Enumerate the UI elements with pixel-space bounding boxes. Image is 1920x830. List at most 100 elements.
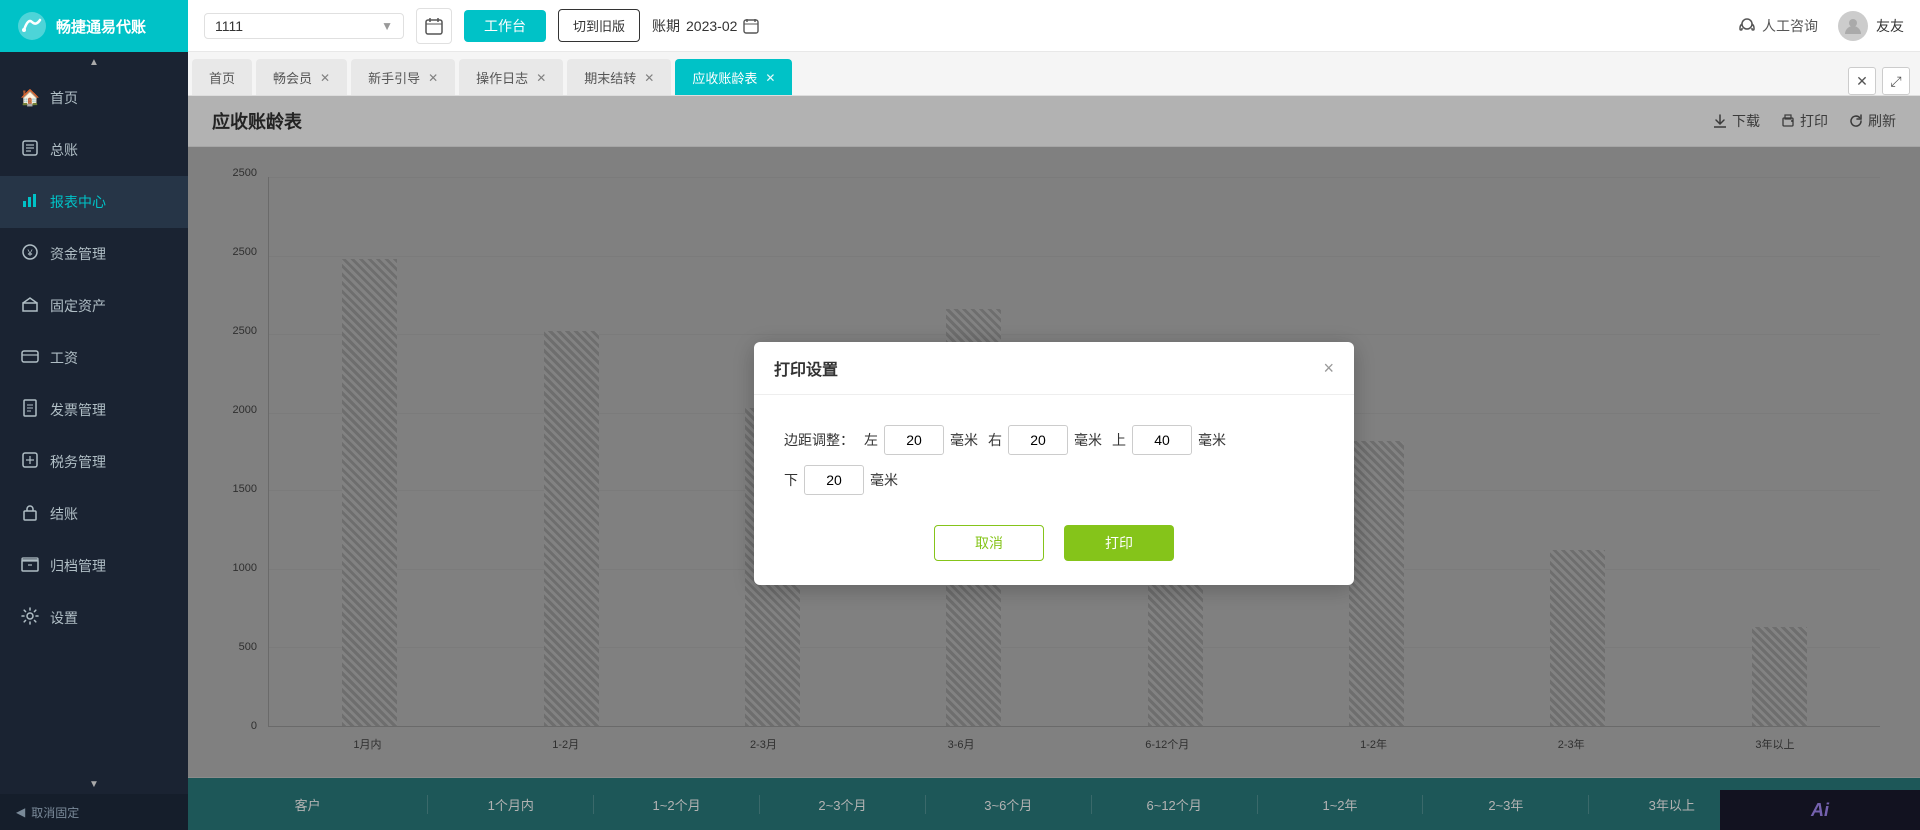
tab-yearend-close[interactable]: ✕ — [644, 71, 654, 85]
main-area: 1111 ▼ 工作台 切到旧版 账期 2023-02 人工咨询 友友 — [188, 0, 1920, 830]
margin-left-unit: 毫米 — [950, 430, 978, 450]
logo-text: 畅捷通易代账 — [56, 16, 146, 37]
sidebar-item-ledger[interactable]: 总账 — [0, 124, 188, 176]
expand-tab-btn[interactable]: ⤢ — [1882, 67, 1910, 95]
margin-top-label: 上 — [1112, 430, 1126, 450]
tab-guide-label: 新手引导 — [368, 68, 420, 87]
confirm-print-button[interactable]: 打印 — [1064, 525, 1174, 561]
sidebar-item-settings[interactable]: 设置 — [0, 592, 188, 644]
tab-yearend[interactable]: 期末结转 ✕ — [567, 59, 671, 95]
margin-left-input[interactable] — [884, 425, 944, 455]
margin-bottom-label: 下 — [784, 470, 798, 490]
sidebar-item-salary[interactable]: 工资 — [0, 332, 188, 384]
collapse-label: 取消固定 — [31, 804, 79, 821]
page-content: 应收账龄表 下载 打印 刷新 — [188, 96, 1920, 830]
tabs-bar: 首页 畅会员 ✕ 新手引导 ✕ 操作日志 ✕ 期末结转 ✕ 应收账龄表 ✕ ✕ … — [188, 52, 1920, 96]
sidebar-item-invoice[interactable]: 发票管理 — [0, 384, 188, 436]
sidebar-item-tax[interactable]: 税务管理 — [0, 436, 188, 488]
tab-oplog-close[interactable]: ✕ — [536, 71, 546, 85]
sidebar-label-assets: 固定资产 — [50, 296, 106, 316]
sidebar-label-tax: 税务管理 — [50, 452, 106, 472]
calendar-btn[interactable] — [416, 8, 452, 44]
sidebar-collapse-btn[interactable]: ◀ 取消固定 — [0, 794, 188, 830]
dialog-header: 打印设置 × — [754, 342, 1354, 395]
archive-icon — [20, 555, 40, 578]
ledger-icon — [20, 139, 40, 162]
invoice-icon — [20, 399, 40, 422]
sidebar-label-salary: 工资 — [50, 348, 78, 368]
svg-text:¥: ¥ — [26, 248, 33, 258]
dropdown-arrow-icon: ▼ — [381, 19, 393, 33]
workbench-button[interactable]: 工作台 — [464, 10, 546, 42]
margin-top-unit: 毫米 — [1198, 430, 1226, 450]
sidebar-label-archive: 归档管理 — [50, 556, 106, 576]
support-button[interactable]: 人工咨询 — [1738, 16, 1818, 36]
print-settings-dialog: 打印设置 × 边距调整： 左 毫米 右 毫米 — [754, 342, 1354, 585]
close-accounts-icon — [20, 503, 40, 526]
margin-top-input[interactable] — [1132, 425, 1192, 455]
funds-icon: ¥ — [20, 243, 40, 266]
cancel-button[interactable]: 取消 — [934, 525, 1044, 561]
margin-group-top: 上 毫米 — [1112, 425, 1226, 455]
sidebar-item-close[interactable]: 结账 — [0, 488, 188, 540]
sidebar-item-reports[interactable]: 报表中心 — [0, 176, 188, 228]
home-icon: 🏠 — [20, 88, 40, 108]
sidebar: 畅捷通易代账 ▲ 🏠 首页 总账 报表中心 ¥ 资金管理 — [0, 0, 188, 830]
tab-agereport[interactable]: 应收账龄表 ✕ — [675, 59, 792, 95]
dialog-title: 打印设置 — [774, 356, 838, 380]
company-selector[interactable]: 1111 ▼ — [204, 13, 404, 39]
dialog-close-button[interactable]: × — [1323, 359, 1334, 377]
sidebar-item-home[interactable]: 🏠 首页 — [0, 72, 188, 124]
sidebar-label-ledger: 总账 — [50, 140, 78, 160]
dialog-body: 边距调整： 左 毫米 右 毫米 上 — [754, 395, 1354, 515]
topbar-right: 人工咨询 友友 — [1738, 11, 1904, 41]
user-avatar — [1838, 11, 1868, 41]
tab-guide[interactable]: 新手引导 ✕ — [351, 59, 455, 95]
margin-adjustment-label: 边距调整： — [784, 430, 854, 450]
reports-icon — [20, 191, 40, 214]
period-calendar-icon[interactable] — [743, 18, 759, 34]
sidebar-label-reports: 报表中心 — [50, 192, 106, 212]
collapse-icon: ◀ — [16, 805, 25, 819]
tab-oplog[interactable]: 操作日志 ✕ — [459, 59, 563, 95]
margin-bottom-unit: 毫米 — [870, 470, 898, 490]
period-value: 2023-02 — [686, 18, 737, 34]
headset-icon — [1738, 17, 1756, 35]
nav-scroll-down[interactable]: ▼ — [0, 774, 188, 794]
sidebar-label-funds: 资金管理 — [50, 244, 106, 264]
sidebar-nav: 🏠 首页 总账 报表中心 ¥ 资金管理 固定资产 — [0, 72, 188, 774]
margin-bottom-input[interactable] — [804, 465, 864, 495]
margin-row: 边距调整： 左 毫米 右 毫米 上 — [784, 425, 1324, 495]
tab-yearend-label: 期末结转 — [584, 68, 636, 87]
margin-right-unit: 毫米 — [1074, 430, 1102, 450]
margin-group-right: 右 毫米 — [988, 425, 1102, 455]
calendar-icon — [425, 17, 443, 35]
tab-member[interactable]: 畅会员 ✕ — [256, 59, 347, 95]
sidebar-item-assets[interactable]: 固定资产 — [0, 280, 188, 332]
switch-version-button[interactable]: 切到旧版 — [558, 9, 640, 42]
tab-agereport-label: 应收账龄表 — [692, 68, 757, 87]
sidebar-item-archive[interactable]: 归档管理 — [0, 540, 188, 592]
margin-right-label: 右 — [988, 430, 1002, 450]
close-tab-btn[interactable]: ✕ — [1848, 67, 1876, 95]
period-display: 账期 2023-02 — [652, 16, 759, 36]
sidebar-logo: 畅捷通易代账 — [0, 0, 188, 52]
company-name: 1111 — [215, 18, 373, 34]
margin-right-input[interactable] — [1008, 425, 1068, 455]
user-button[interactable]: 友友 — [1838, 11, 1904, 41]
tab-member-label: 畅会员 — [273, 68, 312, 87]
tab-agereport-close[interactable]: ✕ — [765, 71, 775, 85]
assets-icon — [20, 295, 40, 318]
margin-left-label: 左 — [864, 430, 878, 450]
dialog-overlay: 打印设置 × 边距调整： 左 毫米 右 毫米 — [188, 96, 1920, 830]
tab-home-label: 首页 — [209, 68, 235, 87]
tab-guide-close[interactable]: ✕ — [428, 71, 438, 85]
settings-icon — [20, 607, 40, 630]
sidebar-label-home: 首页 — [50, 88, 78, 108]
nav-scroll-up[interactable]: ▲ — [0, 52, 188, 72]
sidebar-item-funds[interactable]: ¥ 资金管理 — [0, 228, 188, 280]
tab-home[interactable]: 首页 — [192, 59, 252, 95]
tab-member-close[interactable]: ✕ — [320, 71, 330, 85]
topbar: 1111 ▼ 工作台 切到旧版 账期 2023-02 人工咨询 友友 — [188, 0, 1920, 52]
tabs-right-actions: ✕ ⤢ — [1848, 67, 1920, 95]
